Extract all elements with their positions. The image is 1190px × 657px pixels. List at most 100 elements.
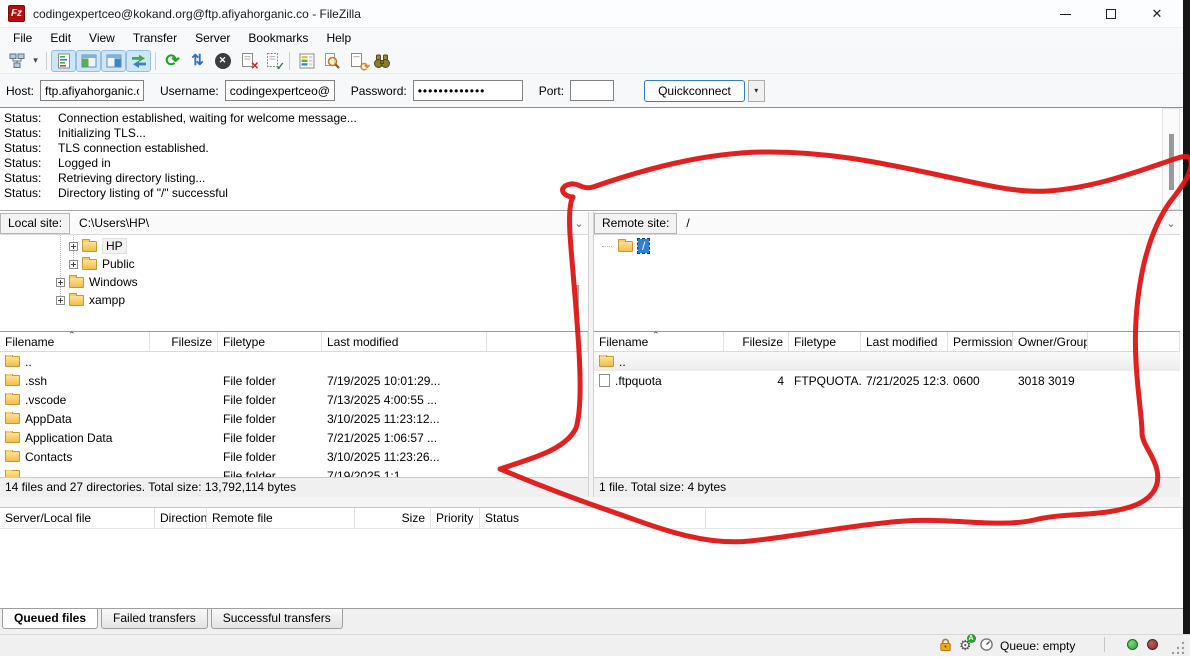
folder-icon [618, 238, 633, 252]
reconnect-button[interactable]: ✓ [260, 50, 285, 72]
refresh-button[interactable]: ⟳ [160, 50, 185, 72]
file-row-partial[interactable]: File folder 7/19/2025 1:1... [0, 466, 588, 477]
tree-item-xampp[interactable]: xampp [56, 291, 125, 309]
column-last-modified[interactable]: Last modified [861, 332, 948, 351]
synchronized-browsing-button[interactable]: ⟳ [344, 50, 370, 73]
find-files-button[interactable] [369, 50, 394, 72]
expand-icon[interactable] [69, 259, 78, 269]
log-message: Directory listing of "/" successful [58, 186, 228, 200]
menu-help[interactable]: Help [317, 29, 360, 47]
log-status-label: Status: [4, 186, 42, 200]
toggle-remote-tree-button[interactable] [101, 49, 126, 72]
splitter[interactable] [0, 210, 1183, 211]
directory-comparison-button[interactable] [294, 50, 319, 72]
local-tree-scrollbar-thumb[interactable] [576, 285, 579, 313]
column-filesize[interactable]: Filesize [150, 332, 218, 351]
file-row[interactable]: .. [0, 352, 588, 371]
file-name: AppData [25, 411, 72, 426]
speed-limit-icon[interactable] [979, 637, 994, 655]
menu-transfer[interactable]: Transfer [124, 29, 186, 47]
folder-icon [5, 430, 20, 443]
process-queue-button[interactable]: ⇅ [185, 50, 210, 72]
file-row[interactable]: .. [594, 352, 1180, 371]
filter-button[interactable] [319, 50, 344, 72]
file-modified: 3/10/2025 11:23:12... [327, 411, 440, 426]
file-name: .. [619, 354, 626, 369]
expand-icon[interactable] [69, 241, 78, 251]
minimize-button[interactable] [1042, 0, 1088, 28]
tree-item-root[interactable]: / [602, 237, 651, 255]
port-input[interactable] [570, 80, 615, 101]
port-label: Port: [538, 83, 565, 98]
cancel-operation-button[interactable]: ✕ [210, 50, 235, 72]
remote-tree-icon [106, 54, 121, 67]
tree-item-hp[interactable]: HP [69, 237, 127, 255]
host-input[interactable] [40, 80, 145, 101]
local-site-path[interactable]: C:\Users\HP\ [70, 216, 570, 230]
username-input[interactable] [224, 80, 335, 101]
file-row[interactable]: .vscode File folder 7/13/2025 4:00:55 ..… [0, 390, 588, 409]
expand-icon[interactable] [56, 295, 65, 305]
remote-site-label: Remote site: [594, 212, 678, 234]
settings-gear-icon[interactable]: ⚙ A [959, 634, 976, 653]
toggle-local-tree-button[interactable] [76, 49, 101, 72]
menu-file[interactable]: File [4, 29, 41, 47]
column-status[interactable]: Status [480, 508, 706, 528]
tab-failed-transfers[interactable]: Failed transfers [101, 609, 208, 629]
file-row[interactable]: Contacts File folder 3/10/2025 11:23:26.… [0, 447, 588, 466]
menu-bookmarks[interactable]: Bookmarks [239, 29, 317, 47]
file-type: FTPQUOTA... [794, 373, 861, 388]
local-list-scrollbar-thumb[interactable] [578, 354, 581, 376]
column-priority[interactable]: Priority [431, 508, 480, 528]
file-row[interactable]: AppData File folder 3/10/2025 11:23:12..… [0, 409, 588, 428]
column-filetype[interactable]: Filetype [218, 332, 322, 351]
column-direction[interactable]: Direction [155, 508, 207, 528]
expand-icon[interactable] [56, 277, 65, 287]
maximize-button[interactable] [1088, 0, 1134, 28]
toggle-message-log-button[interactable] [51, 49, 76, 72]
tree-item-public[interactable]: Public [69, 255, 135, 273]
chevron-down-icon[interactable]: ⌄ [1162, 217, 1180, 230]
close-button[interactable]: ✕ [1134, 0, 1180, 28]
menu-view[interactable]: View [80, 29, 124, 47]
column-filetype[interactable]: Filetype [789, 332, 861, 351]
tab-successful-transfers[interactable]: Successful transfers [210, 609, 343, 629]
queue-splitter[interactable] [0, 497, 1183, 507]
file-row[interactable]: Application Data File folder 7/21/2025 1… [0, 428, 588, 447]
file-row[interactable]: .ftpquota 4 FTPQUOTA... 7/21/2025 12:3..… [594, 371, 1180, 390]
menu-edit[interactable]: Edit [41, 29, 80, 47]
quickconnect-dropdown[interactable]: ▾ [747, 79, 765, 102]
column-filesize[interactable]: Filesize [724, 332, 789, 351]
column-server-local-file[interactable]: Server/Local file [0, 508, 155, 528]
lock-icon[interactable] [938, 637, 953, 655]
menu-server[interactable]: Server [186, 29, 239, 47]
tree-item-label: HP [102, 238, 127, 254]
remote-directory-tree: / [594, 235, 1180, 330]
file-row[interactable]: .ssh File folder 7/19/2025 10:01:29... [0, 371, 588, 390]
column-permissions[interactable]: Permissions [948, 332, 1013, 351]
toolbar-separator [289, 51, 290, 70]
menu-bar: File Edit View Transfer Server Bookmarks… [0, 28, 1183, 48]
folder-icon [5, 449, 20, 462]
column-last-modified[interactable]: Last modified [322, 332, 487, 351]
site-manager-dropdown[interactable]: ▾ [29, 50, 42, 72]
log-scrollbar-thumb[interactable] [1169, 134, 1174, 190]
column-remote-file[interactable]: Remote file [207, 508, 355, 528]
local-list-header: Filename Filesize Filetype Last modified [0, 331, 588, 352]
tab-queued-files[interactable]: Queued files [2, 609, 99, 629]
column-size[interactable]: Size [355, 508, 431, 528]
password-input[interactable] [412, 80, 523, 101]
site-manager-icon [9, 53, 24, 68]
chevron-down-icon[interactable]: ⌄ [570, 217, 588, 230]
remote-site-path[interactable]: / [677, 216, 1162, 230]
maximize-icon [1106, 9, 1116, 19]
file-name: Contacts [25, 449, 73, 464]
site-manager-button[interactable] [4, 50, 29, 72]
quickconnect-button[interactable]: Quickconnect [644, 79, 745, 102]
toggle-transfer-queue-button[interactable] [126, 49, 151, 72]
folder-icon [82, 238, 97, 252]
disconnect-button[interactable]: ✕ [235, 50, 260, 72]
resize-grip[interactable] [1171, 641, 1186, 657]
tree-item-windows[interactable]: Windows [56, 273, 138, 291]
column-owner-group[interactable]: Owner/Group [1013, 332, 1088, 351]
